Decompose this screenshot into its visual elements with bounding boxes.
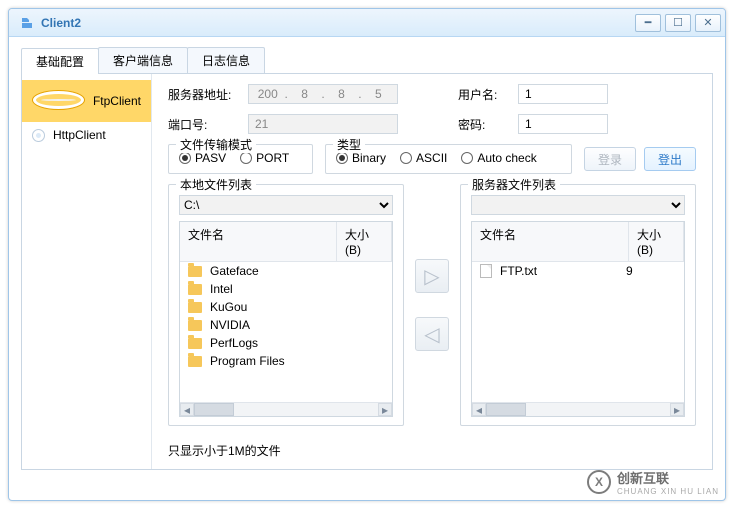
sidebar-item-ftp[interactable]: FtpClient [22,80,151,122]
list-item[interactable]: Gateface [180,262,392,280]
label-pwd: 密码: [458,116,508,133]
radio-binary[interactable]: Binary [336,151,386,165]
local-path-select[interactable]: C:\ [179,195,393,215]
tab-panel: FtpClient HttpClient 服务器地址: 200. 8. 8. 5 [21,74,713,470]
transfer-left-button[interactable]: ◁ [415,317,449,351]
sidebar-item-http[interactable]: HttpClient [22,122,151,148]
watermark-icon: X [587,470,611,494]
h-scrollbar[interactable]: ◂▸ [472,402,684,416]
titlebar: Client2 ━ ☐ ✕ [9,9,725,37]
sidebar-item-label: HttpClient [53,128,106,142]
port-field[interactable] [248,114,398,134]
list-item[interactable]: FTP.txt9 [472,262,684,280]
server-listview[interactable]: 文件名 大小(B) FTP.txt9 ◂▸ [471,221,685,417]
list-item[interactable]: Program Files [180,352,392,370]
bullet-icon [32,129,45,142]
username-field[interactable] [518,84,608,104]
tab-client[interactable]: 客户端信息 [98,47,188,73]
group-legend: 服务器文件列表 [468,176,560,193]
watermark: X 创新互联 CHUANG XIN HU LIAN [587,468,719,496]
radio-port[interactable]: PORT [240,151,289,165]
main-panel: 服务器地址: 200. 8. 8. 5 用户名: 端口号: 密码: [152,74,712,469]
radio-auto[interactable]: Auto check [461,151,536,165]
col-filename: 文件名 [472,222,629,261]
label-user: 用户名: [458,86,508,103]
h-scrollbar[interactable]: ◂▸ [180,402,392,416]
local-listview[interactable]: 文件名 大小(B) GatefaceIntelKuGouNVIDIAPerfLo… [179,221,393,417]
server-ip-field[interactable]: 200. 8. 8. 5 [248,84,398,104]
minimize-button[interactable]: ━ [635,14,661,32]
col-filename: 文件名 [180,222,337,261]
list-item[interactable]: NVIDIA [180,316,392,334]
server-path-select[interactable] [471,195,685,215]
col-size: 大小(B) [629,222,684,261]
folder-icon [188,284,202,295]
logout-button[interactable]: 登出 [644,147,696,171]
folder-icon [188,356,202,367]
list-item[interactable]: Intel [180,280,392,298]
app-window: Client2 ━ ☐ ✕ 基础配置 客户端信息 日志信息 FtpClient … [8,8,726,501]
app-icon [19,15,35,31]
close-button[interactable]: ✕ [695,14,721,32]
transfer-mode-group: 文件传输模式 PASV PORT [168,144,313,174]
folder-icon [188,266,202,277]
folder-icon [188,320,202,331]
list-item[interactable]: PerfLogs [180,334,392,352]
local-file-group: 本地文件列表 C:\ 文件名 大小(B) GatefaceIntelKuGouN… [168,184,404,426]
server-file-group: 服务器文件列表 文件名 大小(B) FTP.txt9 ◂▸ [460,184,696,426]
radio-ascii[interactable]: ASCII [400,151,447,165]
tabstrip: 基础配置 客户端信息 日志信息 [21,47,713,74]
label-port: 端口号: [168,116,238,133]
footer-note: 只显示小于1M的文件 [168,436,696,459]
folder-icon [188,338,202,349]
transfer-right-button[interactable]: ▷ [415,259,449,293]
tab-log[interactable]: 日志信息 [187,47,265,73]
bullet-icon [32,90,85,110]
password-field[interactable] [518,114,608,134]
sidebar-item-label: FtpClient [93,94,141,108]
window-title: Client2 [41,16,81,30]
maximize-button[interactable]: ☐ [665,14,691,32]
sidebar: FtpClient HttpClient [22,74,152,469]
folder-icon [188,302,202,313]
group-legend: 本地文件列表 [176,176,256,193]
list-item[interactable]: KuGou [180,298,392,316]
radio-pasv[interactable]: PASV [179,151,226,165]
type-group: 类型 Binary ASCII Auto check [325,144,572,174]
login-button[interactable]: 登录 [584,147,636,171]
tab-basic[interactable]: 基础配置 [21,48,99,74]
col-size: 大小(B) [337,222,392,261]
group-legend: 文件传输模式 [176,136,256,153]
file-icon [480,264,492,278]
group-legend: 类型 [333,136,365,153]
label-server-addr: 服务器地址: [168,86,238,103]
